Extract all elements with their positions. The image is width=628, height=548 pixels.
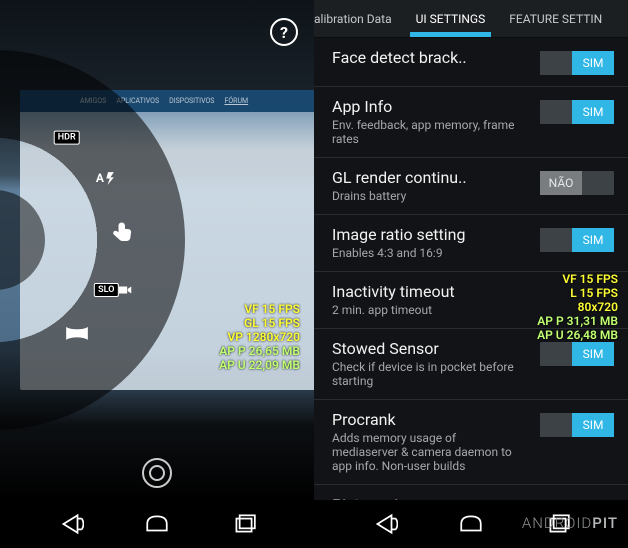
toggle-app-info[interactable]: SIM (540, 100, 614, 124)
scene-tab: DISPOSITIVOS (169, 97, 214, 105)
help-icon: ? (280, 23, 288, 42)
row-title: Procrank (332, 411, 522, 429)
row-image-ratio[interactable]: Image ratio setting Enables 4:3 and 16:9… (314, 215, 628, 272)
row-picture-sizes[interactable]: Picture sizes (314, 485, 628, 500)
row-subtitle: Adds memory usage of mediaserver & camer… (332, 431, 522, 473)
row-gl-render[interactable]: GL render continu.. Drains battery NÃO (314, 158, 628, 215)
nav-back[interactable] (369, 508, 401, 540)
row-title: Stowed Sensor (332, 340, 522, 358)
stat-gl: GL 15 FPS (219, 316, 300, 330)
row-title: Face detect brack.. (332, 49, 467, 67)
scene-tab: FÓRUM (224, 97, 248, 105)
toggle-knob: SIM (572, 342, 614, 366)
recents-icon (231, 511, 257, 537)
back-icon (58, 511, 84, 537)
stat-ap-u: AP U 22,09 MB (219, 358, 300, 372)
nav-recents[interactable] (542, 508, 574, 540)
stat-vf: VF 15 FPS (219, 302, 300, 316)
android-navbar (314, 500, 628, 548)
row-subtitle: Enables 4:3 and 16:9 (332, 246, 465, 260)
nav-home[interactable] (455, 508, 487, 540)
row-app-info[interactable]: App Info Env. feedback, app memory, fram… (314, 87, 628, 158)
row-subtitle: Check if device is in pocket before star… (332, 360, 522, 388)
tab-ui-settings[interactable]: UI SETTINGS (404, 0, 498, 37)
row-stowed-sensor[interactable]: Stowed Sensor Check if device is in pock… (314, 329, 628, 400)
settings-tabs: alibration Data UI SETTINGS FEATURE SETT… (314, 0, 628, 38)
touch-gesture-icon (110, 219, 136, 248)
home-icon (458, 511, 484, 537)
nav-back[interactable] (55, 508, 87, 540)
row-subtitle: Env. feedback, app memory, frame rates (332, 118, 522, 146)
help-button[interactable]: ? (270, 18, 298, 46)
row-subtitle: 2 min. app timeout (332, 303, 455, 317)
toggle-gl-render[interactable]: NÃO (540, 171, 614, 195)
back-icon (372, 511, 398, 537)
toggle-face-detect[interactable]: SIM (540, 51, 614, 75)
row-title: App Info (332, 98, 522, 116)
nav-recents[interactable] (228, 508, 260, 540)
wheel-panorama[interactable] (59, 316, 95, 352)
tab-feature-settings[interactable]: FEATURE SETTIN (497, 0, 614, 37)
settings-list[interactable]: Face detect brack.. SIM App Info Env. fe… (314, 38, 628, 500)
row-face-detect[interactable]: Face detect brack.. SIM (314, 38, 628, 87)
tab-label: alibration Data (314, 12, 392, 26)
row-procrank[interactable]: Procrank Adds memory usage of mediaserve… (314, 400, 628, 485)
tab-calibration[interactable]: alibration Data (314, 0, 404, 37)
stat-ap-p: AP P 26,65 MB (219, 344, 300, 358)
toggle-knob: NÃO (540, 171, 582, 195)
camera-switch-button[interactable] (142, 458, 172, 488)
wheel-flash[interactable]: A (89, 160, 125, 196)
nav-home[interactable] (141, 508, 173, 540)
toggle-procrank[interactable]: SIM (540, 413, 614, 437)
slowmo-icon: SLO (94, 283, 131, 297)
wheel-gesture[interactable] (105, 215, 141, 251)
recents-icon (545, 511, 571, 537)
flash-auto-icon: A (96, 171, 118, 185)
row-subtitle: Drains battery (332, 189, 467, 203)
toggle-knob: SIM (572, 100, 614, 124)
toggle-knob: SIM (572, 228, 614, 252)
row-title: Inactivity timeout (332, 283, 455, 301)
settings-screen: alibration Data UI SETTINGS FEATURE SETT… (314, 0, 628, 548)
camera-screen: AMIGOS APLICATIVOS DISPOSITIVOS FÓRUM ? … (0, 0, 314, 548)
android-navbar (0, 500, 314, 548)
toggle-image-ratio[interactable]: SIM (540, 228, 614, 252)
wheel-hdr[interactable]: HDR (49, 120, 85, 156)
wheel-slowmo[interactable]: SLO (95, 272, 131, 308)
panorama-icon (64, 320, 90, 349)
stat-vp: VP 1280x720 (219, 330, 300, 344)
row-title: Image ratio setting (332, 226, 465, 244)
toggle-stowed[interactable]: SIM (540, 342, 614, 366)
home-icon (144, 511, 170, 537)
debug-stats-overlay: VF 15 FPS GL 15 FPS VP 1280x720 AP P 26,… (219, 302, 300, 372)
toggle-knob: SIM (572, 51, 614, 75)
row-title: GL render continu.. (332, 169, 467, 187)
tab-label: UI SETTINGS (416, 12, 486, 26)
row-inactivity[interactable]: Inactivity timeout 2 min. app timeout (314, 272, 628, 329)
toggle-knob: SIM (572, 413, 614, 437)
tab-label: FEATURE SETTIN (509, 12, 602, 26)
hdr-icon: HDR (54, 131, 80, 145)
